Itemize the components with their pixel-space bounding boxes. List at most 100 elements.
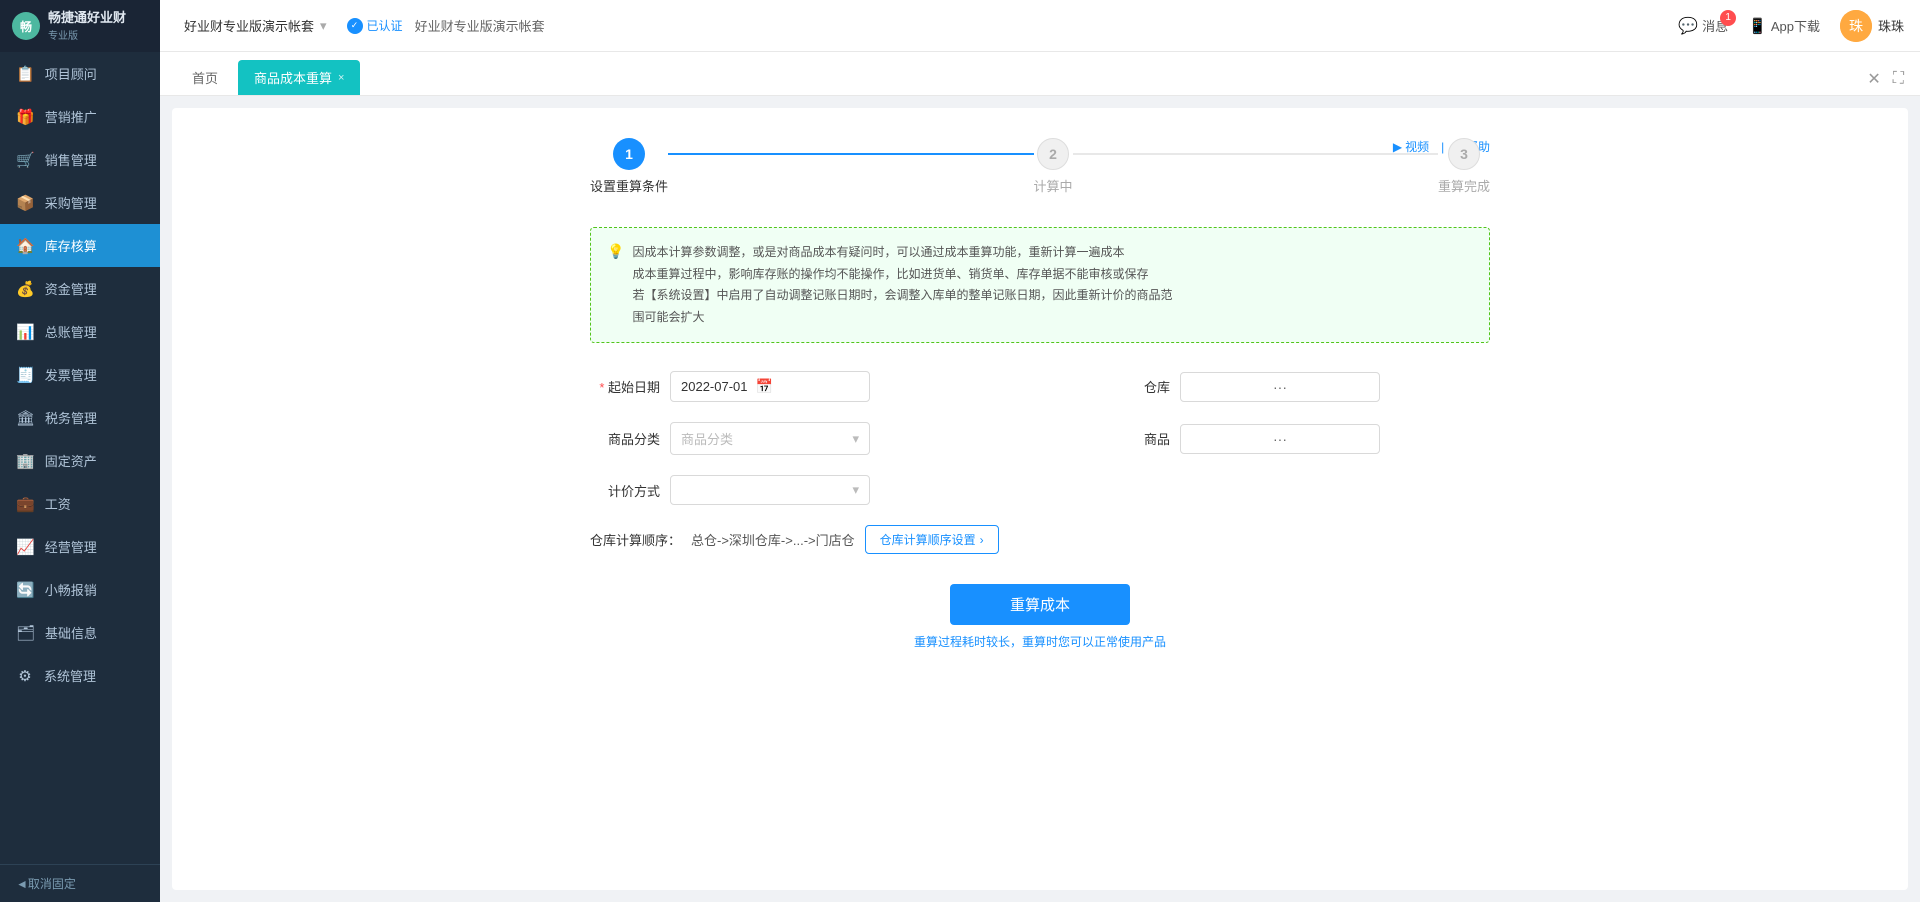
sidebar-label-basic: 基础信息 — [45, 623, 97, 642]
sidebar-item-finance[interactable]: 💰 资金管理 — [0, 267, 160, 310]
close-window-btn[interactable]: ✕ — [1867, 69, 1880, 89]
topbar-right-actions: 💬 消息 1 📱 App下载 珠 珠珠 — [1678, 10, 1904, 42]
sidebar-item-purchase[interactable]: 📦 采购管理 — [0, 181, 160, 224]
sidebar-item-invoice[interactable]: 🧾 发票管理 — [0, 353, 160, 396]
invoice-icon: 🧾 — [16, 366, 35, 384]
info-box: 💡 因成本计算参数调整，或是对商品成本有疑问时，可以通过成本重算功能，重新计算一… — [590, 227, 1490, 343]
category-dropdown-icon: ▾ — [852, 431, 859, 447]
pricing-dropdown-icon: ▾ — [852, 482, 859, 498]
inventory-icon: 🏠 — [16, 237, 35, 255]
sidebar-label-accounting: 总账管理 — [45, 322, 97, 341]
info-line-2: 成本重算过程中，影响库存账的操作均不能操作，比如进货单、销货单、库存单据不能审核… — [632, 264, 1172, 286]
category-select[interactable]: 商品分类 ▾ — [670, 422, 870, 455]
sidebar-item-system[interactable]: ⚙ 系统管理 — [0, 654, 160, 697]
start-date-label: 起始日期 — [590, 377, 670, 396]
sidebar-item-expense[interactable]: 🔄 小畅报销 — [0, 568, 160, 611]
product-input[interactable]: ··· — [1180, 424, 1380, 454]
account-selector-text: 好业财专业版演示帐套 — [184, 16, 314, 35]
sidebar-item-inventory[interactable]: 🏠 库存核算 — [0, 224, 160, 267]
sidebar-label-tax: 税务管理 — [45, 408, 97, 427]
info-box-content: 💡 因成本计算参数调整，或是对商品成本有疑问时，可以通过成本重算功能，重新计算一… — [607, 242, 1473, 328]
verified-label: 已认证 — [367, 17, 403, 34]
sales-icon: 🛒 — [16, 151, 35, 169]
warehouse-order-settings-btn[interactable]: 仓库计算顺序设置 › — [865, 525, 999, 554]
submit-btn-label: 重算成本 — [1010, 597, 1070, 614]
purchase-icon: 📦 — [16, 194, 35, 212]
calendar-icon[interactable]: 📅 — [756, 378, 773, 395]
project-icon: 📋 — [16, 65, 35, 83]
submit-tip: 重算过程耗时较长，重算时您可以正常使用产品 — [590, 633, 1490, 650]
account-name-display: 好业财专业版演示帐套 — [415, 16, 545, 35]
pricing-select[interactable]: ▾ — [670, 475, 870, 505]
sidebar-label-finance: 资金管理 — [45, 279, 97, 298]
chevron-right-icon: › — [980, 533, 984, 547]
stepper: 1 设置重算条件 2 计算中 3 重算完成 — [590, 138, 1490, 195]
expense-icon: 🔄 — [16, 581, 35, 599]
basic-icon: 🗂 — [16, 624, 35, 642]
sidebar-item-tax[interactable]: 🏛 税务管理 — [0, 396, 160, 439]
tab-home-label: 首页 — [192, 68, 218, 87]
warehouse-order-label: 仓库计算顺序： — [590, 530, 681, 549]
tax-icon: 🏛 — [16, 409, 35, 427]
light-icon: 💡 — [607, 243, 624, 328]
sidebar-label-operation: 经营管理 — [45, 537, 97, 556]
tab-cost-recalc[interactable]: 商品成本重算 × — [238, 60, 360, 95]
tab-home[interactable]: 首页 — [176, 60, 234, 95]
message-icon: 💬 — [1678, 16, 1698, 36]
expand-window-btn[interactable]: ⛶ — [1893, 70, 1904, 88]
tabbar-right: ✕ ⛶ — [1867, 69, 1904, 95]
sidebar-label-project: 项目顾问 — [45, 64, 97, 83]
username-label: 珠珠 — [1878, 16, 1904, 35]
app-title: 畅捷通好业财 — [48, 10, 126, 27]
app-download-label: App下载 — [1771, 16, 1820, 35]
avatar-icon: 珠 — [1840, 10, 1872, 42]
sidebar-label-invoice: 发票管理 — [45, 365, 97, 384]
video-help-btn[interactable]: ▶ 视频 — [1393, 138, 1429, 155]
warehouse-input[interactable]: ··· — [1180, 372, 1380, 402]
sidebar-item-accounting[interactable]: 📊 总账管理 — [0, 310, 160, 353]
step-3-num: 3 — [1460, 146, 1468, 162]
sidebar-item-project[interactable]: 📋 项目顾问 — [0, 52, 160, 95]
start-date-field: 起始日期 2022-07-01 📅 — [590, 371, 980, 402]
step-2-circle: 2 — [1037, 138, 1069, 170]
sidebar-label-sales: 销售管理 — [45, 150, 97, 169]
app-title-block: 畅捷通好业财 专业版 — [48, 10, 126, 42]
product-label: 商品 — [1100, 429, 1180, 448]
step-2: 2 计算中 — [1034, 138, 1073, 195]
payroll-icon: 💼 — [16, 495, 35, 513]
video-label: 视频 — [1405, 138, 1429, 155]
step-1-label: 设置重算条件 — [590, 176, 668, 195]
warehouse-order-value: 总仓->深圳仓库->...->门店仓 — [691, 530, 855, 549]
verified-badge: ✓ 已认证 — [347, 17, 403, 34]
start-date-input[interactable]: 2022-07-01 📅 — [670, 371, 870, 402]
sidebar-item-basic[interactable]: 🗂 基础信息 — [0, 611, 160, 654]
sidebar-item-sales[interactable]: 🛒 销售管理 — [0, 138, 160, 181]
message-btn[interactable]: 💬 消息 1 — [1678, 16, 1728, 36]
app-download-btn[interactable]: 📱 App下载 — [1748, 16, 1820, 35]
system-icon: ⚙ — [16, 667, 34, 685]
sidebar-nav: 📋 项目顾问 🎁 营销推广 🛒 销售管理 📦 采购管理 🏠 库存核算 💰 资金管… — [0, 52, 160, 864]
sidebar: 畅 畅捷通好业财 专业版 📋 项目顾问 🎁 营销推广 🛒 销售管理 📦 采购管理… — [0, 0, 160, 902]
sidebar-unpin-btn[interactable]: ◄取消固定 — [0, 864, 160, 902]
sidebar-label-marketing: 营销推广 — [45, 107, 97, 126]
sidebar-item-operation[interactable]: 📈 经营管理 — [0, 525, 160, 568]
category-label: 商品分类 — [590, 429, 670, 448]
marketing-icon: 🎁 — [16, 108, 35, 126]
tab-close-btn[interactable]: × — [338, 72, 344, 84]
main-area: 好业财专业版演示帐套 ▾ ✓ 已认证 好业财专业版演示帐套 💬 消息 1 📱 A… — [160, 0, 1920, 902]
sidebar-item-assets[interactable]: 🏢 固定资产 — [0, 439, 160, 482]
info-line-1: 因成本计算参数调整，或是对商品成本有疑问时，可以通过成本重算功能，重新计算一遍成… — [632, 242, 1172, 264]
sidebar-label-system: 系统管理 — [44, 666, 96, 685]
submit-section: 重算成本 重算过程耗时较长，重算时您可以正常使用产品 — [590, 584, 1490, 650]
user-profile-btn[interactable]: 珠 珠珠 — [1840, 10, 1904, 42]
assets-icon: 🏢 — [16, 452, 35, 470]
pricing-field: 计价方式 ▾ — [590, 475, 1490, 505]
recalculate-btn[interactable]: 重算成本 — [950, 584, 1130, 625]
category-field: 商品分类 商品分类 ▾ — [590, 422, 980, 455]
sidebar-item-payroll[interactable]: 💼 工资 — [0, 482, 160, 525]
account-selector[interactable]: 好业财专业版演示帐套 ▾ — [176, 12, 335, 39]
warehouse-field: 仓库 ··· — [1100, 372, 1490, 402]
sidebar-item-marketing[interactable]: 🎁 营销推广 — [0, 95, 160, 138]
step-3: 3 重算完成 — [1438, 138, 1490, 195]
form-row-3: 计价方式 ▾ — [590, 475, 1490, 505]
